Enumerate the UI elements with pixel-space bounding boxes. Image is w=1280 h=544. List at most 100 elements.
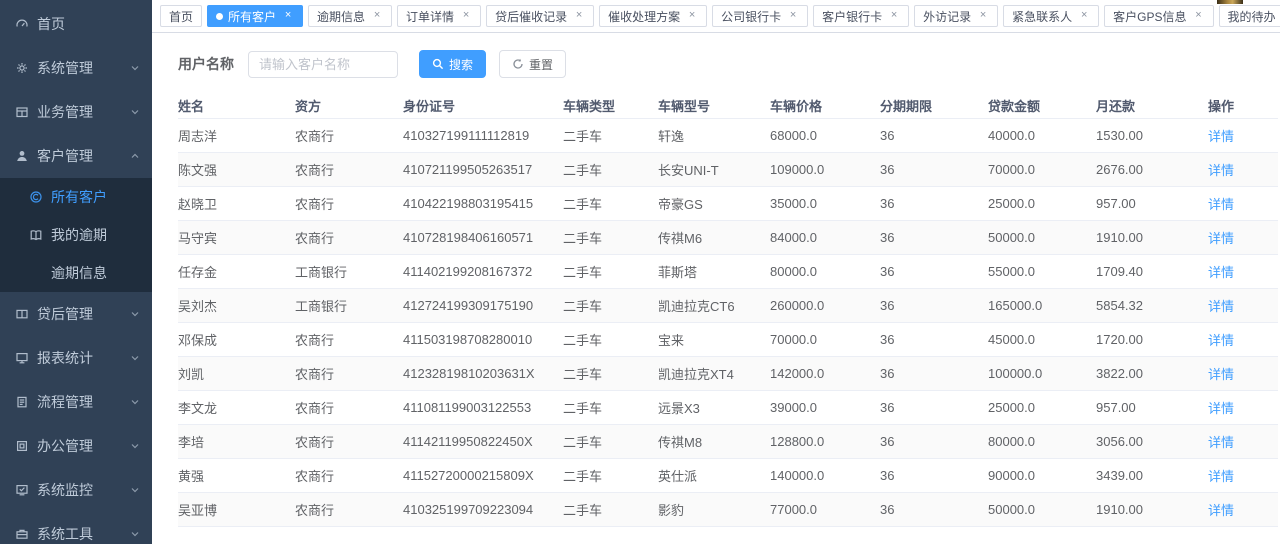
close-icon[interactable]: × — [1193, 10, 1205, 22]
table-cell-action: 详情 — [1208, 118, 1278, 152]
sidebar-item-系统管理[interactable]: 系统管理 — [0, 46, 152, 90]
sidebar-item-我的逾期[interactable]: 我的逾期 — [0, 216, 152, 254]
tab-逾期信息[interactable]: 逾期信息 × — [308, 5, 392, 27]
sidebar-item-业务管理[interactable]: 业务管理 — [0, 90, 152, 134]
tab-客户GPS信息[interactable]: 客户GPS信息× — [1104, 5, 1213, 27]
table-cell: 70000.0 — [770, 322, 880, 356]
table-cell: 菲斯塔 — [658, 254, 770, 288]
sidebar-item-label: 客户管理 — [37, 146, 93, 166]
table-cell: 90000.0 — [988, 458, 1096, 492]
table-cell: 农商行 — [295, 458, 403, 492]
table-cell: 55000.0 — [988, 254, 1096, 288]
table-cell: 二手车 — [563, 220, 658, 254]
table-cell: 二手车 — [563, 152, 658, 186]
sidebar-item-办公管理[interactable]: 办公管理 — [0, 424, 152, 468]
close-icon[interactable]: × — [686, 10, 698, 22]
detail-link[interactable]: 详情 — [1208, 299, 1234, 314]
sidebar-item-贷后管理[interactable]: 贷后管理 — [0, 292, 152, 336]
sidebar-item-系统监控[interactable]: 系统监控 — [0, 468, 152, 512]
chart-icon — [15, 351, 29, 365]
table-cell: 109000.0 — [770, 152, 880, 186]
sidebar-item-流程管理[interactable]: 流程管理 — [0, 380, 152, 424]
search-input[interactable] — [248, 51, 398, 78]
detail-link[interactable]: 详情 — [1208, 333, 1234, 348]
table-cell: 刘凯 — [178, 356, 295, 390]
table-cell: 黄强 — [178, 458, 295, 492]
tab-我的待办[interactable]: 我的待办× — [1219, 5, 1280, 27]
close-icon[interactable]: × — [460, 10, 472, 22]
sidebar-item-label: 贷后管理 — [37, 304, 93, 324]
table-cell: 5854.32 — [1096, 288, 1208, 322]
table-cell: 1910.00 — [1096, 220, 1208, 254]
chevron-down-icon — [130, 309, 140, 319]
table-cell: 36 — [880, 220, 988, 254]
chevron-down-icon — [130, 353, 140, 363]
table-row: 吴刘杰工商银行412724199309175190二手车凯迪拉克CT626000… — [178, 288, 1278, 322]
table-cell: 吴刘杰 — [178, 288, 295, 322]
table-cell: 邓保成 — [178, 322, 295, 356]
search-button-label: 搜索 — [449, 56, 473, 73]
table-cell — [1096, 526, 1208, 544]
tab-外访记录[interactable]: 外访记录× — [914, 5, 998, 27]
table-cell: 80000.0 — [988, 424, 1096, 458]
tab-公司银行卡[interactable]: 公司银行卡× — [712, 5, 808, 27]
table-row: 吴亚博农商行410325199709223094二手车影豹77000.03650… — [178, 492, 1278, 526]
sidebar-item-label: 首页 — [37, 14, 65, 34]
detail-link[interactable]: 详情 — [1208, 129, 1234, 144]
sidebar-item-逾期信息[interactable]: 逾期信息 — [0, 254, 152, 292]
tab-label: 首页 — [169, 8, 193, 25]
detail-link[interactable]: 详情 — [1208, 469, 1234, 484]
tab-订单详情[interactable]: 订单详情× — [397, 5, 481, 27]
search-button[interactable]: 搜索 — [419, 50, 486, 78]
close-icon[interactable]: × — [977, 10, 989, 22]
tab-催收处理方案[interactable]: 催收处理方案× — [599, 5, 707, 27]
table-cell — [563, 526, 658, 544]
close-icon[interactable]: × — [573, 10, 585, 22]
table-cell: 68000.0 — [770, 118, 880, 152]
detail-link[interactable]: 详情 — [1208, 401, 1234, 416]
sidebar-item-label: 逾期信息 — [51, 263, 107, 283]
sidebar-item-系统工具[interactable]: 系统工具 — [0, 512, 152, 544]
table-cell — [403, 526, 563, 544]
sidebar-item-所有客户[interactable]: 所有客户 — [0, 178, 152, 216]
detail-link[interactable]: 详情 — [1208, 435, 1234, 450]
table-cell: 长安UNI-T — [658, 152, 770, 186]
sidebar-item-客户管理[interactable]: 客户管理 — [0, 134, 152, 178]
column-header-车辆类型: 车辆类型 — [563, 93, 658, 118]
close-icon[interactable]: × — [371, 10, 383, 22]
tags-bar: 首页所有客户×逾期信息×订单详情×贷后催收记录×催收处理方案×公司银行卡×客户银… — [152, 0, 1280, 33]
table-cell: 轩逸 — [658, 118, 770, 152]
navbar-avatar-partial[interactable] — [1217, 0, 1243, 4]
close-icon[interactable]: × — [888, 10, 900, 22]
detail-link[interactable]: 详情 — [1208, 265, 1234, 280]
tab-首页[interactable]: 首页 — [160, 5, 202, 27]
table-cell-action: 详情 — [1208, 220, 1278, 254]
column-header-车辆价格: 车辆价格 — [770, 93, 880, 118]
detail-link[interactable]: 详情 — [1208, 503, 1234, 518]
reset-button[interactable]: 重置 — [499, 50, 566, 78]
detail-link[interactable]: 详情 — [1208, 197, 1234, 212]
sidebar-item-label: 系统工具 — [37, 524, 93, 544]
detail-link[interactable]: 详情 — [1208, 231, 1234, 246]
table-cell: 36 — [880, 356, 988, 390]
detail-link[interactable]: 详情 — [1208, 367, 1234, 382]
monitor-icon — [15, 483, 29, 497]
gear-icon — [15, 61, 29, 75]
tab-客户银行卡[interactable]: 客户银行卡× — [813, 5, 909, 27]
close-icon[interactable]: × — [1078, 10, 1090, 22]
close-icon[interactable]: × — [787, 10, 799, 22]
column-header-姓名: 姓名 — [178, 93, 295, 118]
sidebar-item-报表统计[interactable]: 报表统计 — [0, 336, 152, 380]
sidebar-item-首页[interactable]: 首页 — [0, 2, 152, 46]
tab-label: 逾期信息 — [317, 8, 365, 25]
detail-link[interactable]: 详情 — [1208, 163, 1234, 178]
table-cell: 二手车 — [563, 254, 658, 288]
table-cell: 二手车 — [563, 322, 658, 356]
tab-贷后催收记录[interactable]: 贷后催收记录× — [486, 5, 594, 27]
table-cell: 3439.00 — [1096, 458, 1208, 492]
tab-所有客户[interactable]: 所有客户× — [207, 5, 303, 27]
table-cell: 80000.0 — [770, 254, 880, 288]
refresh-icon — [512, 58, 524, 70]
tab-紧急联系人[interactable]: 紧急联系人× — [1003, 5, 1099, 27]
close-icon[interactable]: × — [282, 10, 294, 22]
